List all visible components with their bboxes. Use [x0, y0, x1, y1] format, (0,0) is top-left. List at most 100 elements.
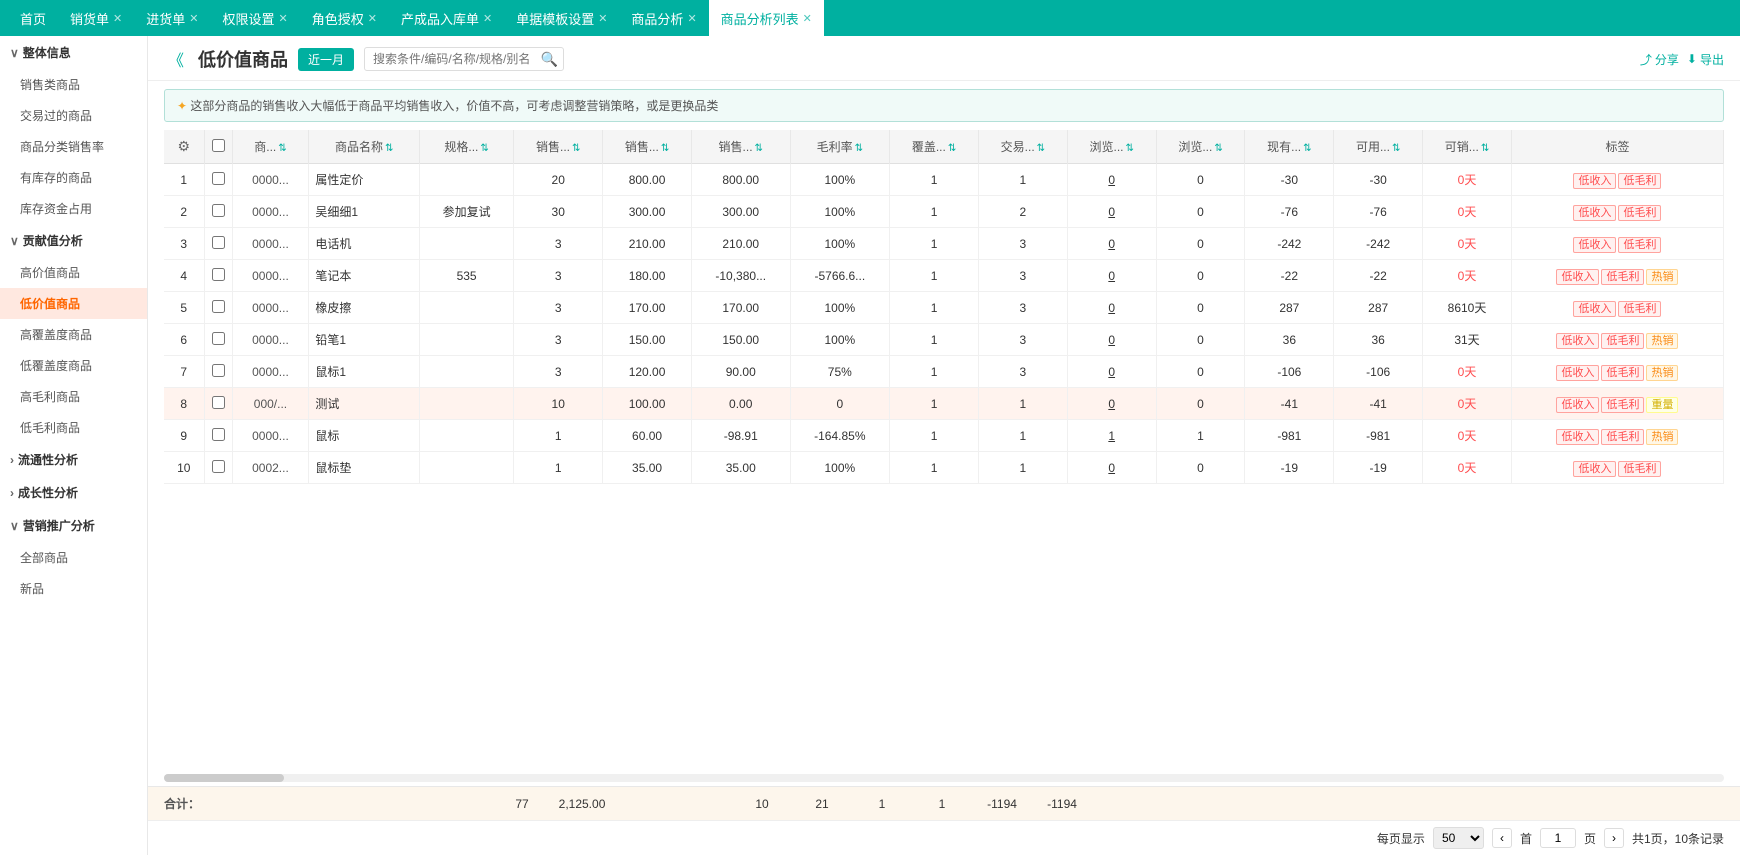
sidebar-item-new-products[interactable]: 新品: [0, 573, 147, 604]
row-checkbox[interactable]: [212, 396, 225, 409]
row-name: 鼠标1: [309, 356, 419, 388]
view1-link[interactable]: 0: [1108, 237, 1115, 251]
close-product-analysis-icon[interactable]: ✕: [687, 12, 696, 25]
view1-link[interactable]: 0: [1108, 461, 1115, 475]
table-footer: 合计： 77 2,125.00 10 21 1 1 -1194 -1194: [148, 786, 1740, 820]
row-checkbox-cell: [204, 356, 232, 388]
row-no: 5: [164, 292, 204, 324]
close-product-warehouse-icon[interactable]: ✕: [483, 12, 492, 25]
sort-icon: ⇅: [1303, 143, 1311, 154]
sidebar-group-growth[interactable]: › 成长性分析: [0, 476, 147, 509]
col-available[interactable]: 可用...⇅: [1334, 130, 1423, 164]
sidebar-group-overall[interactable]: ∨ 整体信息: [0, 36, 147, 69]
row-code: 0000...: [232, 196, 309, 228]
nav-product-analysis-list[interactable]: 商品分析列表 ✕: [709, 0, 824, 36]
sidebar-item-high-margin[interactable]: 高毛利商品: [0, 381, 147, 412]
col-current-stock[interactable]: 现有...⇅: [1245, 130, 1334, 164]
col-sales-amt[interactable]: 销售...⇅: [603, 130, 692, 164]
view1-link[interactable]: 0: [1108, 397, 1115, 411]
row-checkbox[interactable]: [212, 204, 225, 217]
nav-template-settings[interactable]: 单据模板设置 ✕: [504, 0, 619, 36]
sidebar-group-contribution[interactable]: ∨ 贡献值分析: [0, 224, 147, 257]
col-gross-margin[interactable]: 毛利率⇅: [790, 130, 890, 164]
search-input[interactable]: [364, 47, 564, 71]
row-checkbox[interactable]: [212, 460, 225, 473]
sidebar-item-stock-products[interactable]: 有库存的商品: [0, 162, 147, 193]
sidebar-item-stock-capital[interactable]: 库存资金占用: [0, 193, 147, 224]
collapse-sidebar-button[interactable]: 《: [164, 47, 188, 71]
row-spec: [419, 356, 513, 388]
nav-permissions[interactable]: 权限设置 ✕: [210, 0, 299, 36]
scrollbar-thumb[interactable]: [164, 774, 284, 782]
next-page-button[interactable]: ›: [1604, 828, 1624, 848]
sidebar-item-high-value[interactable]: 高价值商品: [0, 257, 147, 288]
row-checkbox[interactable]: [212, 428, 225, 441]
col-sales-qty[interactable]: 销售...⇅: [514, 130, 603, 164]
close-product-analysis-list-icon[interactable]: ✕: [803, 12, 812, 25]
close-permissions-icon[interactable]: ✕: [279, 12, 288, 25]
page-number-input[interactable]: [1540, 828, 1576, 848]
sidebar-item-high-coverage[interactable]: 高覆盖度商品: [0, 319, 147, 350]
row-name: 吴细细1: [309, 196, 419, 228]
export-button[interactable]: ⬇ 导出: [1687, 51, 1724, 68]
row-checkbox[interactable]: [212, 300, 225, 313]
col-view2[interactable]: 浏览...⇅: [1156, 130, 1245, 164]
col-sales-cost[interactable]: 销售...⇅: [691, 130, 790, 164]
nav-product-analysis[interactable]: 商品分析 ✕: [619, 0, 708, 36]
col-code[interactable]: 商...⇅: [232, 130, 309, 164]
col-sellable[interactable]: 可销...⇅: [1423, 130, 1512, 164]
row-transaction: 1: [978, 420, 1067, 452]
nav-role-auth[interactable]: 角色授权 ✕: [300, 0, 389, 36]
sidebar-item-all-products[interactable]: 全部商品: [0, 542, 147, 573]
view1-link[interactable]: 0: [1108, 269, 1115, 283]
view1-link[interactable]: 0: [1108, 301, 1115, 315]
view1-link[interactable]: 0: [1108, 173, 1115, 187]
view1-link[interactable]: 0: [1108, 333, 1115, 347]
row-checkbox[interactable]: [212, 332, 225, 345]
first-page-button[interactable]: ‹: [1492, 828, 1512, 848]
sidebar-item-low-margin[interactable]: 低毛利商品: [0, 412, 147, 443]
nav-home[interactable]: 首页: [8, 0, 58, 36]
row-checkbox[interactable]: [212, 268, 225, 281]
share-button[interactable]: ⤴ 分享: [1640, 51, 1679, 68]
nav-purchase-order[interactable]: 进货单 ✕: [134, 0, 210, 36]
col-view1[interactable]: 浏览...⇅: [1067, 130, 1156, 164]
sort-icon: ⇅: [755, 143, 763, 154]
sidebar-item-category-sales-rate[interactable]: 商品分类销售率: [0, 131, 147, 162]
row-checkbox[interactable]: [212, 172, 225, 185]
row-view1: 0: [1067, 228, 1156, 260]
view1-link[interactable]: 0: [1108, 365, 1115, 379]
sidebar-item-sales-products[interactable]: 销售类商品: [0, 69, 147, 100]
row-checkbox-cell: [204, 420, 232, 452]
row-view2: 0: [1156, 452, 1245, 484]
close-template-settings-icon[interactable]: ✕: [598, 12, 607, 25]
nav-sales-order[interactable]: 销货单 ✕: [58, 0, 134, 36]
nav-product-warehouse[interactable]: 产成品入库单 ✕: [389, 0, 504, 36]
date-filter-button[interactable]: 近一月: [298, 48, 354, 71]
sidebar-group-marketing[interactable]: ∨ 营销推广分析: [0, 509, 147, 542]
sidebar-item-traded-products[interactable]: 交易过的商品: [0, 100, 147, 131]
page-unit: 页: [1584, 830, 1596, 847]
per-page-select[interactable]: 50 100 200: [1433, 827, 1484, 849]
search-icon[interactable]: 🔍: [541, 51, 558, 68]
sidebar-item-low-value[interactable]: 低价值商品: [0, 288, 147, 319]
sort-icon: ⇅: [385, 143, 393, 154]
search-wrap: 🔍: [364, 47, 564, 71]
gear-icon[interactable]: ⚙: [177, 138, 190, 154]
col-transaction[interactable]: 交易...⇅: [978, 130, 1067, 164]
view1-link[interactable]: 0: [1108, 205, 1115, 219]
view1-link[interactable]: 1: [1108, 429, 1115, 443]
col-spec[interactable]: 规格...⇅: [419, 130, 513, 164]
col-coverage[interactable]: 覆盖...⇅: [890, 130, 979, 164]
sidebar-item-low-coverage[interactable]: 低覆盖度商品: [0, 350, 147, 381]
close-purchase-order-icon[interactable]: ✕: [189, 12, 198, 25]
close-role-auth-icon[interactable]: ✕: [368, 12, 377, 25]
select-all-checkbox[interactable]: [212, 139, 225, 152]
col-name[interactable]: 商品名称⇅: [309, 130, 419, 164]
row-checkbox[interactable]: [212, 364, 225, 377]
row-checkbox[interactable]: [212, 236, 225, 249]
row-view1: 0: [1067, 260, 1156, 292]
sidebar-group-liquidity[interactable]: › 流通性分析: [0, 443, 147, 476]
col-gear[interactable]: ⚙: [164, 130, 204, 164]
close-sales-order-icon[interactable]: ✕: [113, 12, 122, 25]
